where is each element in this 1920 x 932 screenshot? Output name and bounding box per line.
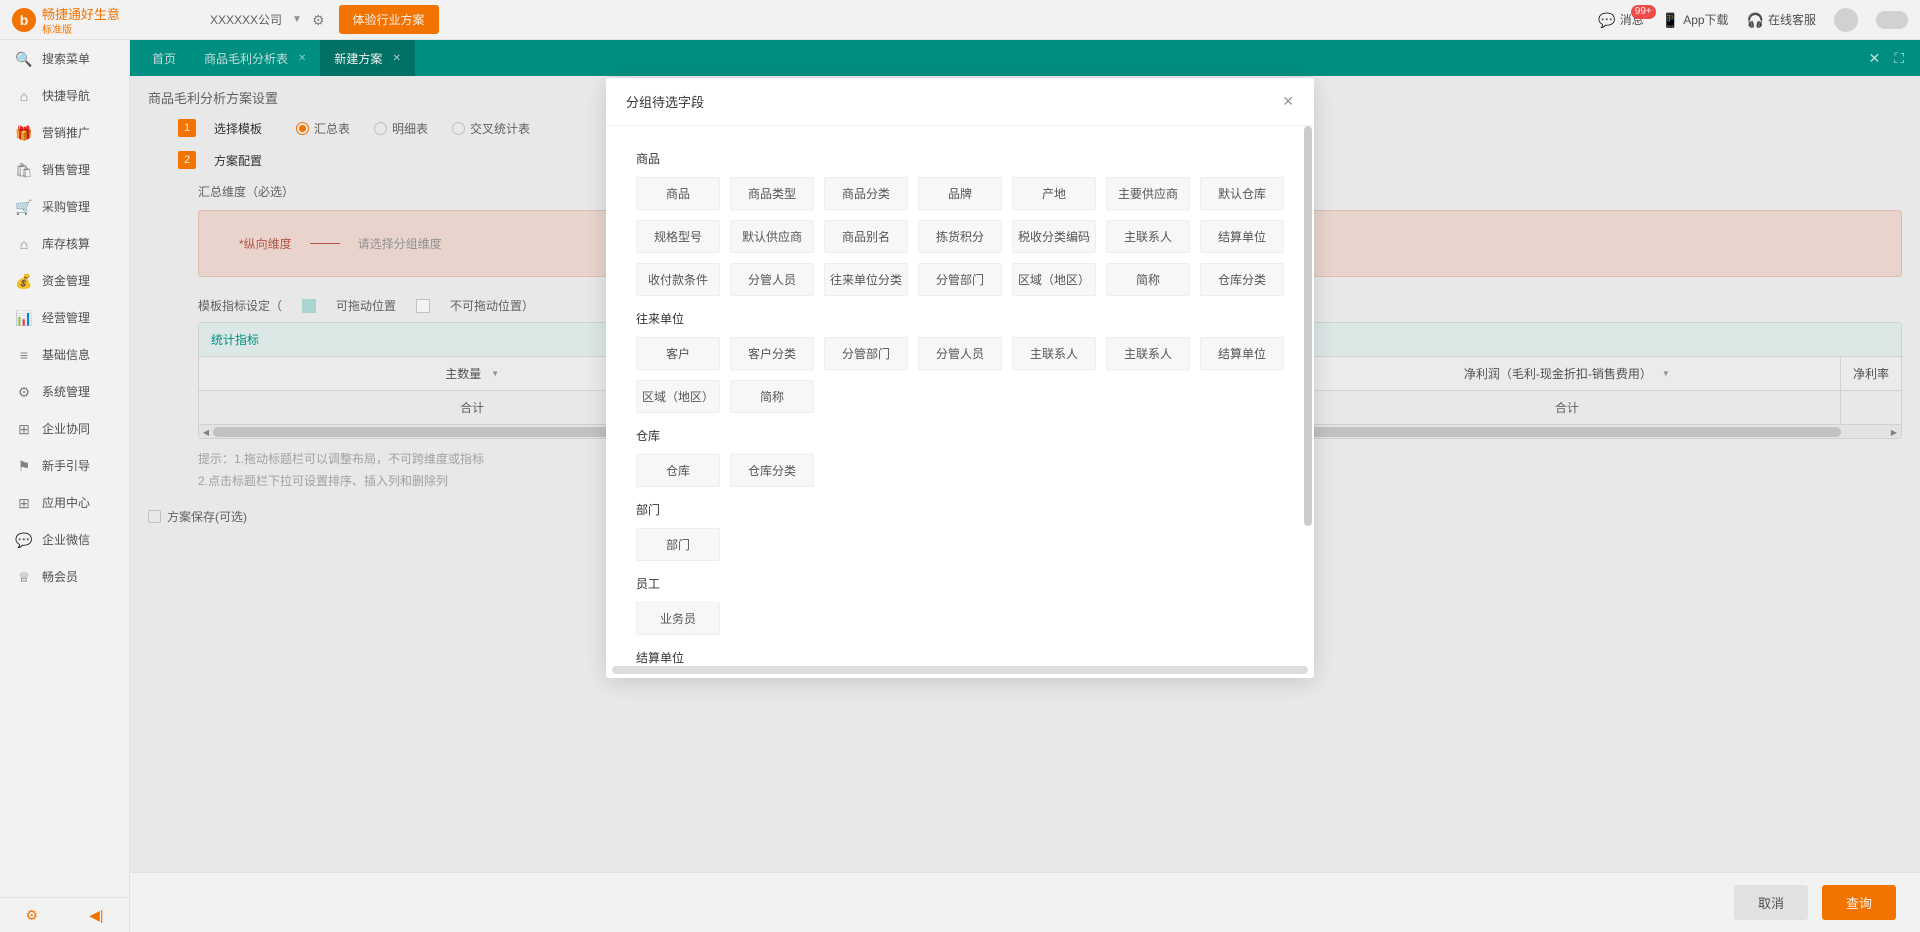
field-chips: 业务员 [636, 602, 1294, 635]
field-chip[interactable]: 品牌 [918, 177, 1002, 210]
field-group-title: 仓库 [636, 427, 1294, 444]
field-chip[interactable]: 区域（地区） [1012, 263, 1096, 296]
field-chip[interactable]: 分管人员 [730, 263, 814, 296]
field-chip[interactable]: 仓库 [636, 454, 720, 487]
modal-header: 分组待选字段 ✕ [606, 78, 1314, 126]
field-chip[interactable]: 默认供应商 [730, 220, 814, 253]
field-chip[interactable]: 产地 [1012, 177, 1096, 210]
field-selector-modal: 分组待选字段 ✕ 商品商品商品类型商品分类品牌产地主要供应商默认仓库规格型号默认… [606, 78, 1314, 678]
field-chip[interactable]: 主要供应商 [1106, 177, 1190, 210]
field-chip[interactable]: 客户 [636, 337, 720, 370]
field-chip[interactable]: 主联系人 [1106, 337, 1190, 370]
field-chip[interactable]: 拣货积分 [918, 220, 1002, 253]
field-chip[interactable]: 主联系人 [1106, 220, 1190, 253]
field-group-title: 商品 [636, 150, 1294, 167]
field-group-1: 往来单位客户客户分类分管部门分管人员主联系人主联系人结算单位区域（地区）简称 [636, 310, 1294, 413]
field-chip[interactable]: 仓库分类 [1200, 263, 1284, 296]
field-chip[interactable]: 简称 [1106, 263, 1190, 296]
modal-body: 商品商品商品类型商品分类品牌产地主要供应商默认仓库规格型号默认供应商商品别名拣货… [606, 126, 1314, 666]
field-chip[interactable]: 收付款条件 [636, 263, 720, 296]
field-group-title: 员工 [636, 575, 1294, 592]
field-group-3: 部门部门 [636, 501, 1294, 561]
field-chip[interactable]: 分管部门 [918, 263, 1002, 296]
field-chip[interactable]: 部门 [636, 528, 720, 561]
modal-scroll-track[interactable] [1304, 126, 1312, 666]
field-chips: 客户客户分类分管部门分管人员主联系人主联系人结算单位区域（地区）简称 [636, 337, 1294, 413]
field-group-title: 部门 [636, 501, 1294, 518]
field-chip[interactable]: 简称 [730, 380, 814, 413]
field-chips: 仓库仓库分类 [636, 454, 1294, 487]
field-chip[interactable]: 结算单位 [1200, 220, 1284, 253]
field-chip[interactable]: 往来单位分类 [824, 263, 908, 296]
field-chip[interactable]: 分管人员 [918, 337, 1002, 370]
field-chip[interactable]: 规格型号 [636, 220, 720, 253]
field-group-5: 结算单位结算客户主联系人结算单位收付款条件分管人员分管部门区域（地区）简称 [636, 649, 1294, 666]
modal-title: 分组待选字段 [626, 92, 704, 111]
field-chips: 部门 [636, 528, 1294, 561]
modal-mask: 分组待选字段 ✕ 商品商品商品类型商品分类品牌产地主要供应商默认仓库规格型号默认… [0, 0, 1920, 932]
field-chips: 商品商品类型商品分类品牌产地主要供应商默认仓库规格型号默认供应商商品别名拣货积分… [636, 177, 1294, 296]
field-chip[interactable]: 分管部门 [824, 337, 908, 370]
field-group-title: 往来单位 [636, 310, 1294, 327]
field-group-0: 商品商品商品类型商品分类品牌产地主要供应商默认仓库规格型号默认供应商商品别名拣货… [636, 150, 1294, 296]
field-chip[interactable]: 商品别名 [824, 220, 908, 253]
field-chip[interactable]: 业务员 [636, 602, 720, 635]
field-chip[interactable]: 结算单位 [1200, 337, 1284, 370]
field-chip[interactable]: 主联系人 [1012, 337, 1096, 370]
field-chip[interactable]: 仓库分类 [730, 454, 814, 487]
field-chip[interactable]: 区域（地区） [636, 380, 720, 413]
field-chip[interactable]: 商品分类 [824, 177, 908, 210]
field-chip[interactable]: 默认仓库 [1200, 177, 1284, 210]
modal-scroll-thumb[interactable] [1304, 126, 1312, 526]
modal-close-icon[interactable]: ✕ [1282, 93, 1294, 110]
field-group-4: 员工业务员 [636, 575, 1294, 635]
field-chip[interactable]: 税收分类编码 [1012, 220, 1096, 253]
field-group-2: 仓库仓库仓库分类 [636, 427, 1294, 487]
field-chip[interactable]: 客户分类 [730, 337, 814, 370]
field-chip[interactable]: 商品 [636, 177, 720, 210]
field-group-title: 结算单位 [636, 649, 1294, 666]
modal-horizontal-scrollbar[interactable] [612, 666, 1308, 674]
field-chip[interactable]: 商品类型 [730, 177, 814, 210]
